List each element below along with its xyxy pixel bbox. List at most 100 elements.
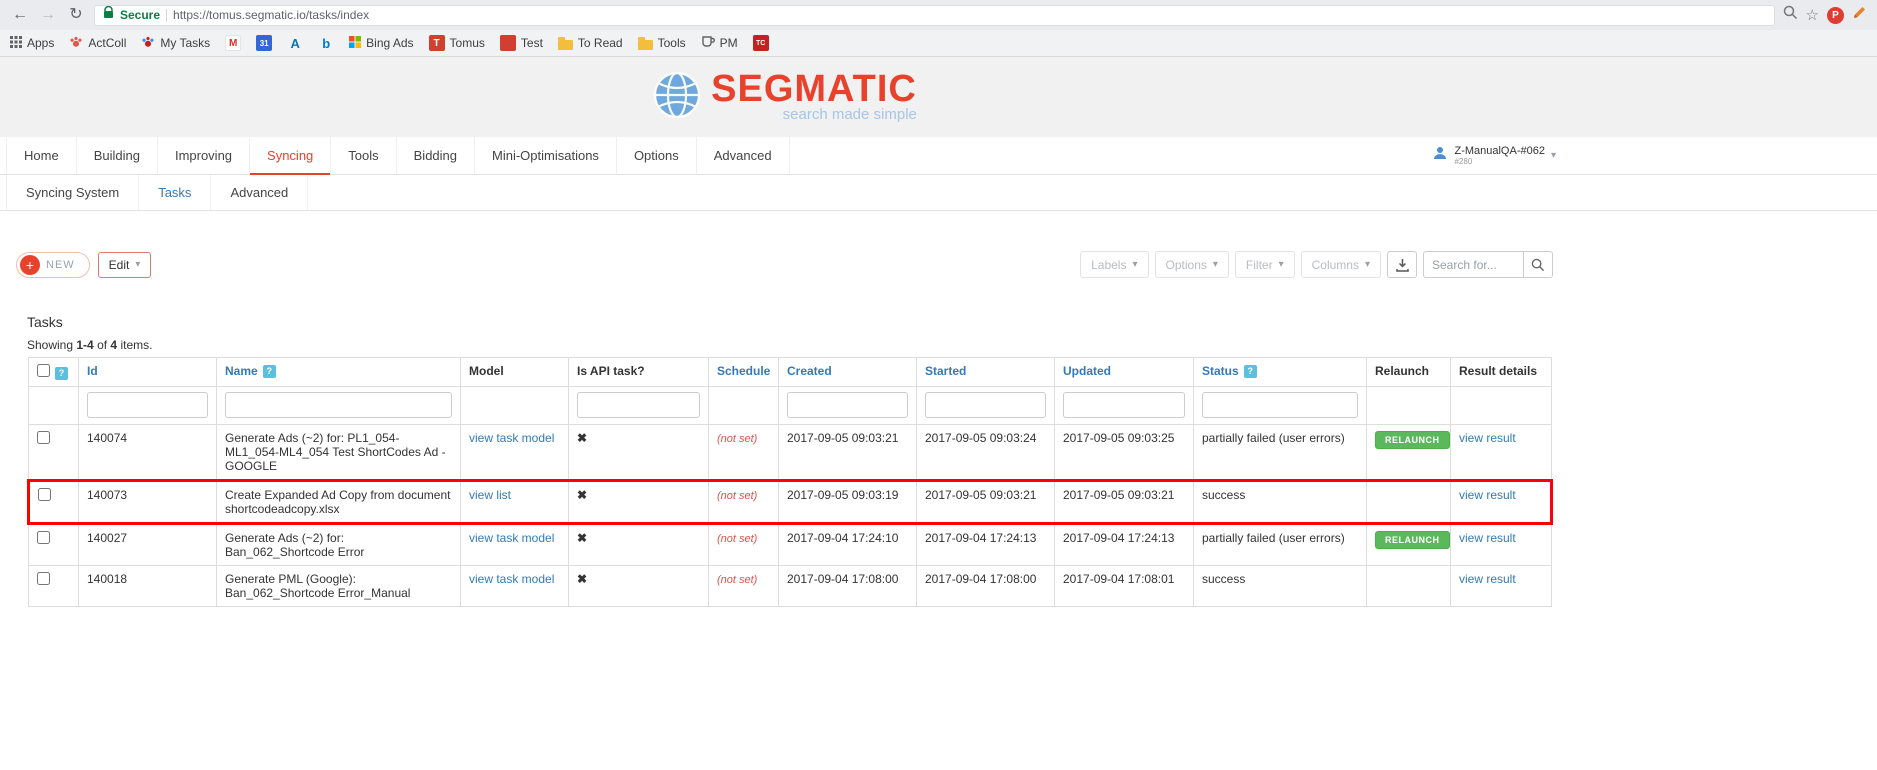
sort-updated[interactable]: Updated [1063,364,1111,378]
bookmark-label: Tomus [449,36,485,50]
tomus-icon: T [428,35,445,51]
sub-nav: Syncing System Tasks Advanced [0,175,1877,211]
bookmark-bing[interactable]: b [318,35,334,51]
tab-advanced[interactable]: Advanced [211,175,309,210]
address-bar[interactable]: Secure https://tomus.segmatic.io/tasks/i… [94,4,1775,26]
row-checkbox[interactable] [37,572,50,585]
started-filter-input[interactable] [925,392,1046,418]
new-button[interactable]: + NEW [16,251,90,278]
cell-name: Generate Ads (~2) for: Ban_062_Shortcode… [216,523,461,566]
filter-dropdown[interactable]: Filter ▾ [1234,251,1295,278]
cell-started: 2017-09-04 17:08:00 [916,565,1055,607]
options-dropdown[interactable]: Options ▾ [1154,251,1229,278]
edit-button[interactable]: Edit ▾ [97,251,152,278]
cell-updated: 2017-09-05 09:03:21 [1054,479,1194,525]
nav-item-tools[interactable]: Tools [331,137,397,174]
bookmark-label: Bing Ads [366,36,414,50]
nav-item-bidding[interactable]: Bidding [397,137,476,174]
api-filter-input[interactable] [577,392,700,418]
user-menu[interactable]: Z-ManualQA-#062 #280 ▾ [1432,137,1570,174]
updated-filter-input[interactable] [1063,392,1185,418]
sort-schedule[interactable]: Schedule [717,364,770,378]
view-task-model-link[interactable]: view task model [469,431,554,445]
cell-created: 2017-09-04 17:08:00 [778,565,917,607]
extension-p-badge[interactable]: P [1827,6,1844,24]
view-result-link[interactable]: view result [1459,572,1516,586]
name-filter-input[interactable] [225,392,452,418]
help-icon[interactable]: ? [1243,365,1257,378]
cell-started: 2017-09-05 09:03:24 [916,424,1055,481]
sort-id[interactable]: Id [87,364,98,378]
gmail-icon: M [225,35,242,51]
nav-item-mini-optimisations[interactable]: Mini-Optimisations [475,137,617,174]
bookmark-test[interactable]: Test [499,35,543,51]
header-result: Result details [1450,357,1552,387]
search-input[interactable] [1423,251,1523,278]
sort-status[interactable]: Status [1202,364,1239,378]
bookmark-azure[interactable]: A [287,35,303,51]
bookmark-tc[interactable]: TC [752,35,769,51]
chevron-down-icon: ▾ [1278,259,1284,270]
bookmark-label: To Read [577,36,623,50]
filter-dropdown-label: Filter [1245,257,1273,272]
bookmark-calendar[interactable]: 31 [256,35,273,51]
sort-created[interactable]: Created [787,364,832,378]
help-icon[interactable]: ? [262,365,276,378]
bookmark-star-icon[interactable]: ☆ [1806,6,1819,24]
row-checkbox[interactable] [37,531,50,544]
relaunch-button[interactable]: RELAUNCH [1375,531,1450,549]
row-checkbox[interactable] [37,431,50,444]
view-task-model-link[interactable]: view task model [469,572,554,586]
search-icon [1531,258,1545,271]
main-nav: Home Building Improving Syncing Tools Bi… [0,137,1877,175]
nav-item-advanced[interactable]: Advanced [697,137,790,174]
api-cross-icon: ✖ [568,424,709,481]
relaunch-button[interactable]: RELAUNCH [1375,431,1450,449]
id-filter-input[interactable] [87,392,208,418]
view-list-link[interactable]: view list [469,488,511,502]
view-result-link[interactable]: view result [1459,531,1516,545]
sort-started[interactable]: Started [925,364,966,378]
bookmark-pm[interactable]: PM [701,35,738,51]
pencil-extension-icon[interactable] [1852,5,1867,25]
tab-tasks[interactable]: Tasks [139,175,212,210]
nav-item-options[interactable]: Options [617,137,697,174]
bookmark-apps[interactable]: Apps [10,35,54,51]
nav-item-syncing[interactable]: Syncing [250,137,332,175]
zoom-icon[interactable] [1783,5,1798,25]
select-all-checkbox[interactable] [37,364,50,377]
columns-dropdown[interactable]: Columns ▾ [1300,251,1381,278]
forward-button[interactable]: → [38,7,58,23]
user-id: #280 [1454,157,1473,166]
table-row: 140027 Generate Ads (~2) for: Ban_062_Sh… [28,523,1552,566]
bookmark-to-read[interactable]: To Read [557,36,623,50]
bookmark-tools[interactable]: Tools [637,36,686,50]
search-button[interactable] [1523,251,1553,278]
help-icon[interactable]: ? [55,367,68,380]
bookmark-bing-ads[interactable]: Bing Ads [349,35,414,51]
tab-syncing-system[interactable]: Syncing System [6,175,140,210]
nav-item-improving[interactable]: Improving [158,137,251,174]
view-result-link[interactable]: view result [1459,431,1516,445]
bookmark-gmail[interactable]: M [225,35,242,51]
cell-updated: 2017-09-05 09:03:25 [1054,424,1194,481]
download-button[interactable] [1387,251,1417,278]
bookmark-my-tasks[interactable]: My Tasks [141,35,210,52]
view-result-link[interactable]: view result [1459,488,1516,502]
row-checkbox[interactable] [38,488,51,501]
secure-label: Secure [120,8,161,22]
status-filter-input[interactable] [1202,392,1358,418]
nav-item-building[interactable]: Building [77,137,158,174]
sort-name[interactable]: Name [225,364,258,378]
back-button[interactable]: ← [10,7,30,23]
reload-button[interactable]: ↻ [66,7,86,23]
bookmark-tomus[interactable]: T Tomus [428,35,485,51]
view-task-model-link[interactable]: view task model [469,531,554,545]
bookmark-actcoll[interactable]: ActColl [69,35,126,52]
cell-schedule: (not set) [717,490,758,502]
paw-icon [69,35,83,52]
labels-dropdown[interactable]: Labels ▾ [1080,251,1149,278]
calendar-icon: 31 [256,35,273,51]
nav-item-home[interactable]: Home [6,137,77,174]
created-filter-input[interactable] [787,392,908,418]
